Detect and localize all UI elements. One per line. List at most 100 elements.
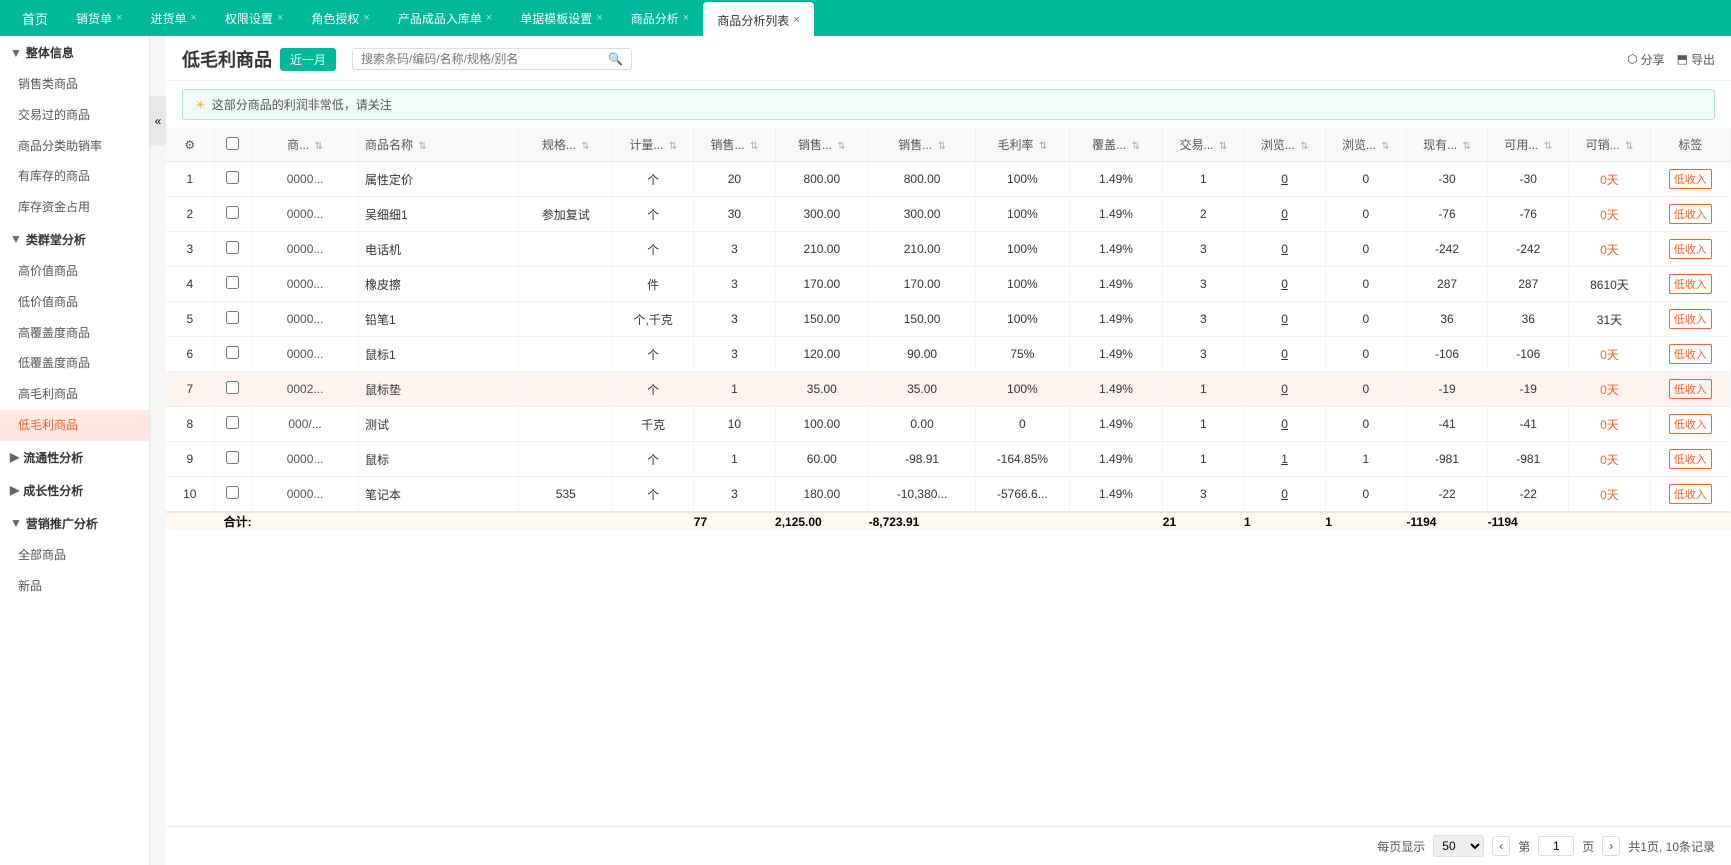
nav-template[interactable]: 单据模板设置 × — [506, 0, 616, 36]
row-view1[interactable]: 0 — [1244, 372, 1325, 407]
select-all-checkbox[interactable] — [226, 137, 239, 150]
row-check[interactable] — [214, 337, 251, 372]
sidebar-group-marketing-label: 营销推广分析 — [26, 515, 98, 532]
row-view1[interactable]: 0 — [1244, 197, 1325, 232]
nav-home[interactable]: 首页 — [8, 0, 62, 36]
sidebar-collapse-button[interactable]: « — [150, 96, 166, 146]
per-page-select[interactable]: 50 20 100 — [1433, 835, 1484, 857]
sidebar-item-new-products[interactable]: 新品 — [0, 571, 149, 602]
sidebar-group-cluster[interactable]: ▼ 类群堂分析 — [0, 223, 149, 256]
nav-close-product-in[interactable]: × — [486, 12, 492, 24]
sidebar-item-low-margin[interactable]: 低毛利商品 — [0, 410, 149, 441]
th-check[interactable] — [214, 128, 251, 162]
sidebar-group-overall[interactable]: ▼ 整体信息 — [0, 36, 149, 69]
sidebar-item-category-rate[interactable]: 商品分类助销率 — [0, 131, 149, 162]
th-gross-rate[interactable]: 毛利率 ⇅ — [976, 128, 1070, 162]
nav-close-analysis-list[interactable]: × — [793, 14, 799, 26]
row-check[interactable] — [214, 267, 251, 302]
view1-link[interactable]: 0 — [1281, 487, 1288, 501]
row-view1[interactable]: 0 — [1244, 232, 1325, 267]
th-sale-price[interactable]: 销售... ⇅ — [775, 128, 869, 162]
row-view1[interactable]: 0 — [1244, 267, 1325, 302]
next-page-btn[interactable]: › — [1602, 836, 1620, 856]
view1-link[interactable]: 1 — [1281, 452, 1288, 466]
nav-close-permissions[interactable]: × — [277, 12, 283, 24]
row-name: 笔记本 — [359, 477, 519, 513]
view1-link[interactable]: 0 — [1281, 382, 1288, 396]
nav-close-analysis[interactable]: × — [683, 12, 689, 24]
page-input[interactable] — [1538, 836, 1574, 856]
sidebar-group-liquidity[interactable]: ▶ 流通性分析 — [0, 441, 149, 474]
sidebar-item-traded-products[interactable]: 交易过的商品 — [0, 100, 149, 131]
table-row: 2 0000... 吴细细1 参加复试 个 30 300.00 300.00 1… — [166, 197, 1731, 232]
row-check[interactable] — [214, 407, 251, 442]
row-check[interactable] — [214, 302, 251, 337]
nav-permissions[interactable]: 权限设置 × — [211, 0, 297, 36]
view1-link[interactable]: 0 — [1281, 172, 1288, 186]
nav-purchase[interactable]: 进货单 × — [136, 0, 210, 36]
sidebar-item-sales-products[interactable]: 销售类商品 — [0, 69, 149, 100]
view1-link[interactable]: 0 — [1281, 312, 1288, 326]
row-view1[interactable]: 0 — [1244, 162, 1325, 197]
view1-link[interactable]: 0 — [1281, 242, 1288, 256]
settings-icon[interactable]: ⚙ — [184, 138, 195, 152]
th-cover[interactable]: 覆盖... ⇅ — [1069, 128, 1163, 162]
th-avail[interactable]: 可用... ⇅ — [1488, 128, 1569, 162]
view1-link[interactable]: 0 — [1281, 207, 1288, 221]
nav-roles[interactable]: 角色授权 × — [297, 0, 383, 36]
export-button[interactable]: ⬒ 导出 — [1677, 51, 1715, 68]
nav-analysis[interactable]: 商品分析 × — [617, 0, 703, 36]
row-check[interactable] — [214, 372, 251, 407]
sidebar-item-low-cover[interactable]: 低覆盖度商品 — [0, 348, 149, 379]
search-icon[interactable]: 🔍 — [608, 52, 623, 66]
nav-analysis-list[interactable]: 商品分析列表 × — [703, 2, 813, 38]
th-trade[interactable]: 交易... ⇅ — [1163, 128, 1244, 162]
nav-sales[interactable]: 销货单 × — [62, 0, 136, 36]
nav-close-purchase[interactable]: × — [190, 12, 196, 24]
th-unit[interactable]: 计量... ⇅ — [613, 128, 694, 162]
sidebar-item-low-value[interactable]: 低价值商品 — [0, 287, 149, 318]
th-settings[interactable]: ⚙ — [166, 128, 214, 162]
row-check[interactable] — [214, 197, 251, 232]
th-view1[interactable]: 浏览... ⇅ — [1244, 128, 1325, 162]
row-view1[interactable]: 0 — [1244, 477, 1325, 513]
th-stock[interactable]: 现有... ⇅ — [1406, 128, 1487, 162]
nav-close-sales[interactable]: × — [116, 12, 122, 24]
sidebar-item-high-cover[interactable]: 高覆盖度商品 — [0, 318, 149, 349]
th-sale-num[interactable]: 销售... ⇅ — [694, 128, 775, 162]
row-view1[interactable]: 1 — [1244, 442, 1325, 477]
row-check[interactable] — [214, 162, 251, 197]
th-spec[interactable]: 规格... ⇅ — [519, 128, 613, 162]
view1-link[interactable]: 0 — [1281, 277, 1288, 291]
filter-recent-month[interactable]: 近一月 — [280, 48, 336, 71]
nav-close-roles[interactable]: × — [363, 12, 369, 24]
th-sellable[interactable]: 可销... ⇅ — [1569, 128, 1650, 162]
view1-link[interactable]: 0 — [1281, 347, 1288, 361]
sort-icon-cover: ⇅ — [1131, 141, 1139, 152]
sidebar-item-high-value[interactable]: 高价值商品 — [0, 256, 149, 287]
row-view1[interactable]: 0 — [1244, 302, 1325, 337]
row-check[interactable] — [214, 232, 251, 267]
sidebar-item-all-products[interactable]: 全部商品 — [0, 540, 149, 571]
sidebar-group-growth[interactable]: ▶ 成长性分析 — [0, 474, 149, 507]
sidebar-item-in-stock[interactable]: 有库存的商品 — [0, 161, 149, 192]
row-check[interactable] — [214, 477, 251, 513]
nav-close-template[interactable]: × — [596, 12, 602, 24]
prev-page-btn[interactable]: ‹ — [1492, 836, 1510, 856]
th-tag[interactable]: 标签 — [1650, 128, 1730, 162]
search-input[interactable] — [361, 52, 608, 66]
sidebar-group-marketing[interactable]: ▼ 营销推广分析 — [0, 507, 149, 540]
th-code[interactable]: 商... ⇅ — [252, 128, 359, 162]
sidebar-item-high-margin[interactable]: 高毛利商品 — [0, 379, 149, 410]
view1-link[interactable]: 0 — [1281, 417, 1288, 431]
share-button[interactable]: ⬡ 分享 — [1627, 51, 1665, 68]
th-sale-amt[interactable]: 销售... ⇅ — [869, 128, 976, 162]
th-name[interactable]: 商品名称 ⇅ — [359, 128, 519, 162]
row-view1[interactable]: 0 — [1244, 407, 1325, 442]
tag-badge: 低收入 — [1669, 414, 1712, 434]
row-check[interactable] — [214, 442, 251, 477]
sidebar-item-stock-funds[interactable]: 库存资金占用 — [0, 192, 149, 223]
th-view2[interactable]: 浏览... ⇅ — [1325, 128, 1406, 162]
nav-product-in[interactable]: 产品成品入库单 × — [384, 0, 506, 36]
row-view1[interactable]: 0 — [1244, 337, 1325, 372]
